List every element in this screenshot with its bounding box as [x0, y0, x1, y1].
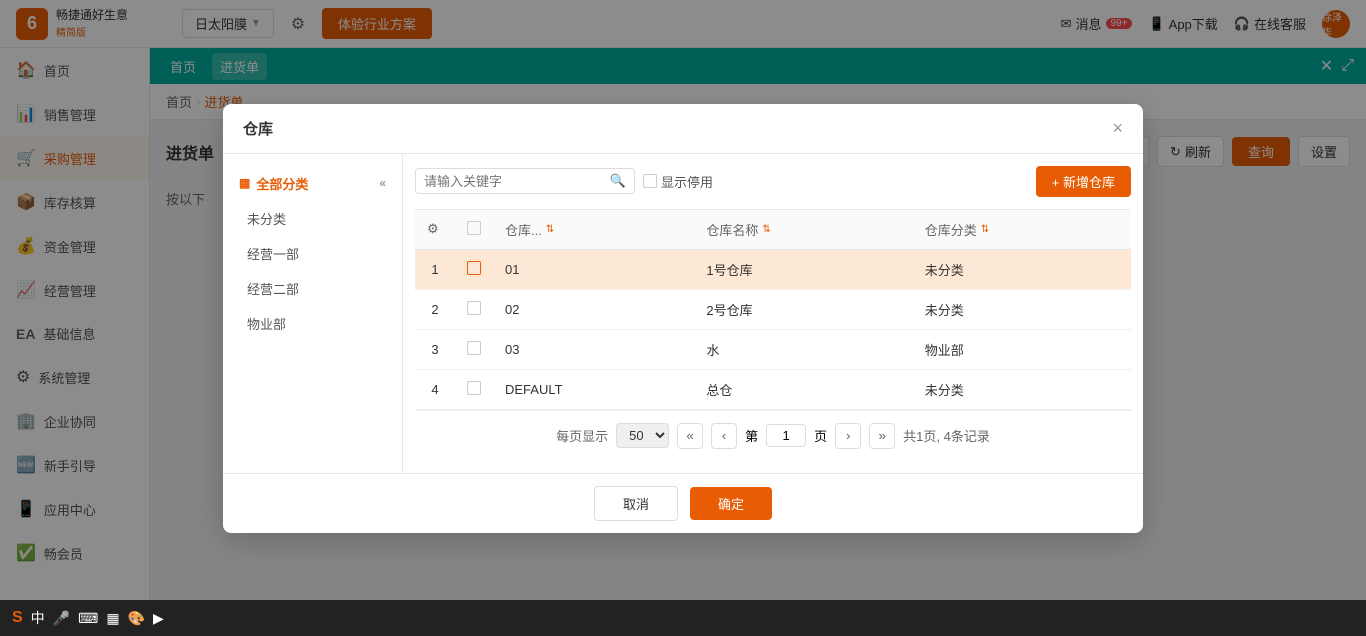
taskbar-mic[interactable]: 🎤 — [53, 610, 70, 627]
content-panel: 🔍 显示停用 + 新增仓库 ⚙ — [403, 154, 1143, 473]
row-code: DEFAULT — [493, 369, 694, 409]
taskbar-keyboard[interactable]: ⌨ — [78, 610, 98, 627]
row-checkbox[interactable] — [455, 369, 493, 409]
row-no: 2 — [415, 289, 455, 329]
warehouse-modal: 仓库 × ▦ 全部分类 « 未分类 经营一部 经营二部 物业部 — [223, 104, 1143, 533]
th-name: 仓库名称 ⇅ — [694, 209, 912, 249]
row-category: 未分类 — [913, 369, 1131, 409]
sort-name-icon[interactable]: ⇅ — [762, 224, 770, 235]
row-no: 4 — [415, 369, 455, 409]
row-code: 02 — [493, 289, 694, 329]
table-header: ⚙ 仓库... ⇅ — [415, 209, 1131, 249]
table-body: 1 01 1号仓库 未分类 2 — [415, 249, 1131, 409]
add-warehouse-button[interactable]: + 新增仓库 — [1036, 166, 1131, 197]
cancel-button[interactable]: 取消 — [594, 486, 678, 521]
pagination: 每页显示 50 « ‹ 第 页 › » 共1页, 4条记录 — [415, 410, 1131, 461]
row-name: 总仓 — [694, 369, 912, 409]
category-item-dept1[interactable]: 经营一部 — [223, 236, 402, 271]
disabled-checkbox[interactable] — [643, 174, 657, 188]
row-name: 2号仓库 — [694, 289, 912, 329]
last-page-button[interactable]: » — [869, 423, 895, 449]
th-code: 仓库... ⇅ — [493, 209, 694, 249]
row-category: 未分类 — [913, 249, 1131, 289]
sort-code-icon[interactable]: ⇅ — [546, 224, 554, 235]
category-item-dept2[interactable]: 经营二部 — [223, 271, 402, 306]
th-category: 仓库分类 ⇅ — [913, 209, 1131, 249]
row-name: 水 — [694, 329, 912, 369]
table-row[interactable]: 1 01 1号仓库 未分类 — [415, 249, 1131, 289]
show-disabled-label: 显示停用 — [661, 172, 713, 191]
category-panel: ▦ 全部分类 « 未分类 经营一部 经营二部 物业部 — [223, 154, 403, 473]
next-page-button[interactable]: › — [835, 423, 861, 449]
modal-close-button[interactable]: × — [1112, 118, 1123, 139]
all-categories-label: 全部分类 — [256, 174, 308, 193]
grid-icon: ▦ — [239, 176, 250, 190]
row-checkbox[interactable] — [455, 249, 493, 289]
th-name-label: 仓库名称 — [706, 220, 758, 239]
row-no: 1 — [415, 249, 455, 289]
taskbar-logo: S — [12, 609, 23, 627]
per-page-select[interactable]: 50 — [616, 423, 669, 448]
page-number-input[interactable] — [766, 424, 806, 447]
table-row[interactable]: 3 03 水 物业部 — [415, 329, 1131, 369]
confirm-button[interactable]: 确定 — [690, 487, 772, 520]
th-category-label: 仓库分类 — [925, 220, 977, 239]
select-all-checkbox[interactable] — [467, 221, 481, 235]
row-no: 3 — [415, 329, 455, 369]
sort-category-icon[interactable]: ⇅ — [981, 224, 989, 235]
row-name: 1号仓库 — [694, 249, 912, 289]
taskbar-zhong[interactable]: 中 — [31, 608, 45, 628]
gear-header-icon: ⚙ — [427, 221, 439, 236]
th-checkbox — [455, 209, 493, 249]
search-input-wrap: 🔍 — [415, 168, 635, 194]
prev-page-button[interactable]: ‹ — [711, 423, 737, 449]
row-code: 03 — [493, 329, 694, 369]
modal-overlay[interactable]: 仓库 × ▦ 全部分类 « 未分类 经营一部 经营二部 物业部 — [0, 0, 1366, 636]
warehouse-table: ⚙ 仓库... ⇅ — [415, 209, 1131, 410]
taskbar-extra[interactable]: ▶ — [153, 610, 164, 627]
th-code-label: 仓库... — [505, 220, 542, 239]
page-label: 页 — [814, 426, 827, 445]
per-page-label: 每页显示 — [556, 426, 608, 445]
bottom-taskbar: S 中 🎤 ⌨ ▦ 🎨 ▶ — [0, 600, 1366, 636]
collapse-button[interactable]: « — [379, 176, 386, 190]
first-page-button[interactable]: « — [677, 423, 703, 449]
row-checkbox[interactable] — [455, 289, 493, 329]
modal-header: 仓库 × — [223, 104, 1143, 154]
all-categories-header[interactable]: ▦ 全部分类 « — [223, 166, 402, 201]
search-bar: 🔍 显示停用 + 新增仓库 — [415, 166, 1131, 197]
row-checkbox[interactable] — [455, 329, 493, 369]
search-icon: 🔍 — [610, 173, 626, 189]
category-item-property[interactable]: 物业部 — [223, 306, 402, 341]
row-category: 未分类 — [913, 289, 1131, 329]
search-input[interactable] — [424, 174, 606, 189]
page-di-label: 第 — [745, 426, 758, 445]
row-code: 01 — [493, 249, 694, 289]
modal-body: ▦ 全部分类 « 未分类 经营一部 经营二部 物业部 🔍 — [223, 154, 1143, 473]
modal-footer: 取消 确定 — [223, 473, 1143, 533]
taskbar-layout[interactable]: ▦ — [106, 610, 119, 627]
modal-title: 仓库 — [243, 118, 273, 139]
taskbar-color[interactable]: 🎨 — [128, 610, 145, 627]
category-item-unclassified[interactable]: 未分类 — [223, 201, 402, 236]
row-category: 物业部 — [913, 329, 1131, 369]
th-settings: ⚙ — [415, 209, 455, 249]
total-info: 共1页, 4条记录 — [903, 426, 990, 445]
table-row[interactable]: 2 02 2号仓库 未分类 — [415, 289, 1131, 329]
table-row[interactable]: 4 DEFAULT 总仓 未分类 — [415, 369, 1131, 409]
show-disabled-checkbox[interactable]: 显示停用 — [643, 172, 713, 191]
